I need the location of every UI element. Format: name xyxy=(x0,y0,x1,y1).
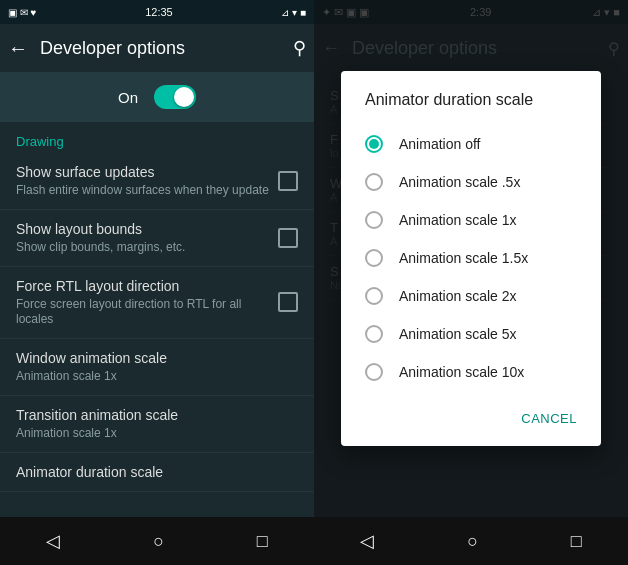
left-panel: ▣ ✉ ♥ 12:35 ⊿ ▾ ■ ← Developer options ⚲ … xyxy=(0,0,314,565)
setting-name: Window animation scale xyxy=(16,349,298,367)
radio-circle-scale-15x xyxy=(365,249,383,267)
section-drawing: Drawing xyxy=(0,122,314,153)
dialog-overlay: Animator duration scale Animation off An… xyxy=(314,0,628,517)
radio-item-scale-15x[interactable]: Animation scale 1.5x xyxy=(341,239,601,277)
setting-desc: Force screen layout direction to RTL for… xyxy=(16,297,270,328)
nav-bar-left: ◁ ○ □ xyxy=(0,517,314,565)
radio-item-scale-10x[interactable]: Animation scale 10x xyxy=(341,353,601,391)
setting-text: Animator duration scale xyxy=(16,463,298,481)
list-item[interactable]: Show surface updates Flash entire window… xyxy=(0,153,314,210)
radio-item-scale-05x[interactable]: Animation scale .5x xyxy=(341,163,601,201)
left-right-icons: ⊿ ▾ ■ xyxy=(281,7,306,18)
list-item[interactable]: Show layout bounds Show clip bounds, mar… xyxy=(0,210,314,267)
radio-circle-scale-10x xyxy=(365,363,383,381)
list-item[interactable]: Transition animation scale Animation sca… xyxy=(0,396,314,453)
setting-desc: Animation scale 1x xyxy=(16,369,298,385)
setting-name: Transition animation scale xyxy=(16,406,298,424)
dialog-actions: CANCEL xyxy=(341,395,601,438)
radio-label-scale-2x: Animation scale 2x xyxy=(399,288,517,304)
radio-circle-scale-2x xyxy=(365,287,383,305)
search-icon-left[interactable]: ⚲ xyxy=(293,37,306,59)
page-title-left: Developer options xyxy=(40,38,281,59)
setting-desc: Animation scale 1x xyxy=(16,426,298,442)
top-bar-left: ← Developer options ⚲ xyxy=(0,24,314,72)
radio-label-scale-1x: Animation scale 1x xyxy=(399,212,517,228)
home-nav-left[interactable]: ○ xyxy=(153,531,164,552)
toggle-switch[interactable] xyxy=(154,85,196,109)
cancel-button[interactable]: CANCEL xyxy=(513,403,585,434)
setting-text: Show layout bounds Show clip bounds, mar… xyxy=(16,220,270,256)
setting-name: Show surface updates xyxy=(16,163,270,181)
radio-circle-scale-05x xyxy=(365,173,383,191)
setting-name: Animator duration scale xyxy=(16,463,298,481)
toggle-label: On xyxy=(118,89,138,106)
checkbox-surface[interactable] xyxy=(278,171,298,191)
nav-bar-right: ◁ ○ □ xyxy=(314,517,628,565)
setting-text: Window animation scale Animation scale 1… xyxy=(16,349,298,385)
checkbox-rtl[interactable] xyxy=(278,292,298,312)
setting-text: Show surface updates Flash entire window… xyxy=(16,163,270,199)
animator-duration-dialog: Animator duration scale Animation off An… xyxy=(341,71,601,446)
radio-item-scale-5x[interactable]: Animation scale 5x xyxy=(341,315,601,353)
radio-circle-animation-off xyxy=(365,135,383,153)
radio-label-scale-5x: Animation scale 5x xyxy=(399,326,517,342)
radio-label-scale-05x: Animation scale .5x xyxy=(399,174,520,190)
back-nav-left[interactable]: ◁ xyxy=(46,530,60,552)
radio-label-scale-15x: Animation scale 1.5x xyxy=(399,250,528,266)
setting-text: Transition animation scale Animation sca… xyxy=(16,406,298,442)
radio-label-scale-10x: Animation scale 10x xyxy=(399,364,524,380)
setting-desc: Flash entire window surfaces when they u… xyxy=(16,183,270,199)
left-time: 12:35 xyxy=(145,6,173,18)
dialog-title: Animator duration scale xyxy=(341,91,601,125)
radio-item-scale-1x[interactable]: Animation scale 1x xyxy=(341,201,601,239)
right-panel: ✦ ✉ ▣ ▣ 2:39 ⊿ ▾ ■ ← Developer options ⚲… xyxy=(314,0,628,565)
toggle-row: On xyxy=(0,72,314,122)
setting-desc: Show clip bounds, margins, etc. xyxy=(16,240,270,256)
settings-list: Show surface updates Flash entire window… xyxy=(0,153,314,517)
back-button-left[interactable]: ← xyxy=(8,37,28,60)
list-item[interactable]: Force RTL layout direction Force screen … xyxy=(0,267,314,339)
setting-name: Force RTL layout direction xyxy=(16,277,270,295)
radio-label-animation-off: Animation off xyxy=(399,136,480,152)
list-item[interactable]: Animator duration scale xyxy=(0,453,314,492)
left-status-icons: ▣ ✉ ♥ xyxy=(8,7,37,18)
radio-circle-scale-1x xyxy=(365,211,383,229)
radio-item-animation-off[interactable]: Animation off xyxy=(341,125,601,163)
checkbox-layout[interactable] xyxy=(278,228,298,248)
recents-nav-right[interactable]: □ xyxy=(571,531,582,552)
recents-nav-left[interactable]: □ xyxy=(257,531,268,552)
radio-item-scale-2x[interactable]: Animation scale 2x xyxy=(341,277,601,315)
setting-name: Show layout bounds xyxy=(16,220,270,238)
list-item[interactable]: Window animation scale Animation scale 1… xyxy=(0,339,314,396)
setting-text: Force RTL layout direction Force screen … xyxy=(16,277,270,328)
radio-circle-scale-5x xyxy=(365,325,383,343)
home-nav-right[interactable]: ○ xyxy=(467,531,478,552)
status-bar-left: ▣ ✉ ♥ 12:35 ⊿ ▾ ■ xyxy=(0,0,314,24)
back-nav-right[interactable]: ◁ xyxy=(360,530,374,552)
